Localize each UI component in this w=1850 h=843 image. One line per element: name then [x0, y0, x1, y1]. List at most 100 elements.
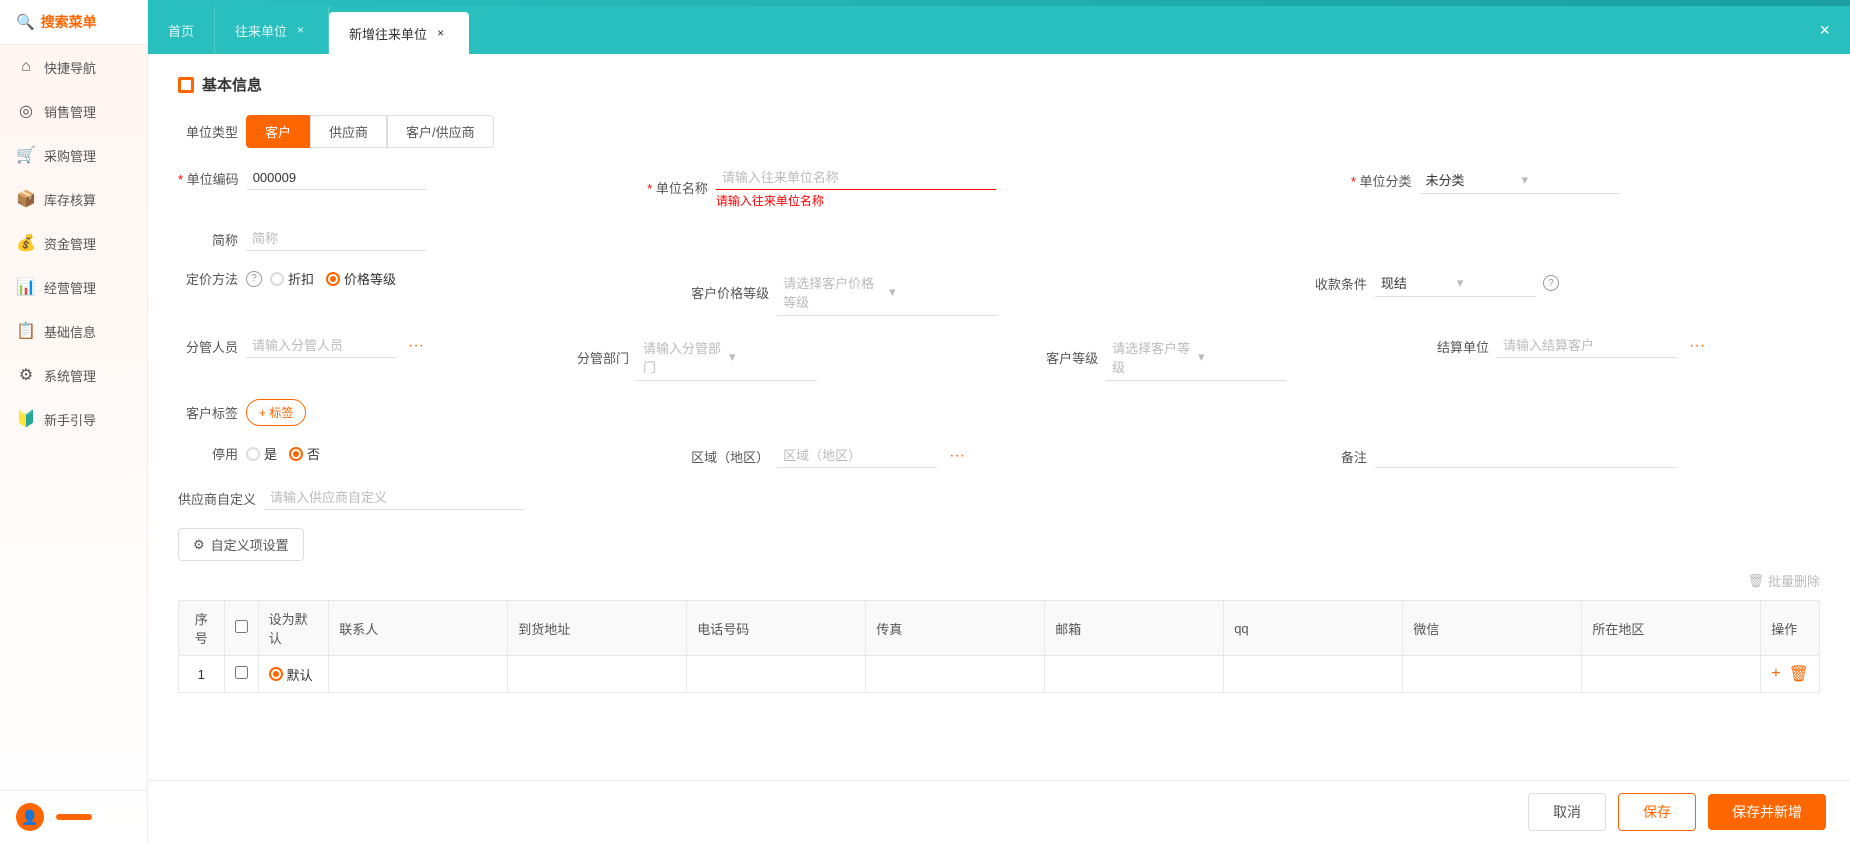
- batch-delete-icon: 🗑: [1747, 573, 1764, 589]
- payment-terms-select[interactable]: 现结 ▾: [1375, 269, 1535, 297]
- sidebar-label-finance: 资金管理: [44, 234, 96, 253]
- department-label: 分管部门: [569, 348, 629, 367]
- code-name-category-row: 单位编码 单位名称 请输入往来单位名称 单位分类 未分类 ▾: [178, 166, 1820, 209]
- pricing-level-radio[interactable]: 价格等级: [326, 269, 396, 288]
- wechat-input[interactable]: [1413, 667, 1571, 682]
- search-icon: 🔍: [16, 13, 35, 31]
- th-phone: 电话号码: [687, 601, 866, 656]
- pricing-method-help[interactable]: ?: [246, 271, 262, 287]
- td-region: [1582, 656, 1761, 693]
- unit-type-supplier-btn[interactable]: 供应商: [310, 115, 387, 148]
- tab-contacts[interactable]: 往来单位 ×: [215, 6, 329, 54]
- short-name-input[interactable]: [246, 227, 426, 251]
- th-email: 邮箱: [1045, 601, 1224, 656]
- sidebar-item-basic-info[interactable]: 📋 基础信息: [0, 309, 147, 353]
- batch-delete-label[interactable]: 批量删除: [1768, 571, 1820, 590]
- unit-code-label: 单位编码: [178, 169, 239, 188]
- tab-new-contact[interactable]: 新增往来单位 ×: [329, 12, 469, 54]
- disable-yes-radio[interactable]: 是: [246, 444, 277, 463]
- td-wechat: [1403, 656, 1582, 693]
- payment-terms-field: 收款条件 现结 ▾ ?: [1307, 269, 1820, 297]
- add-tag-button[interactable]: + 标签: [246, 399, 306, 426]
- remarks-input[interactable]: [1375, 444, 1675, 468]
- sidebar-label-system: 系统管理: [44, 366, 96, 385]
- region-input[interactable]: [777, 444, 937, 468]
- tab-new-contact-close[interactable]: ×: [433, 24, 448, 42]
- custom-settings-icon: ⚙: [193, 537, 205, 553]
- sidebar-item-system[interactable]: ⚙ 系统管理: [0, 353, 147, 397]
- settlement-unit-dots[interactable]: ···: [1685, 337, 1709, 355]
- unit-type-both-btn[interactable]: 客户/供应商: [387, 115, 494, 148]
- sidebar-label-operations: 经营管理: [44, 278, 96, 297]
- delete-row-icon[interactable]: 🗑: [1789, 664, 1809, 684]
- row-region-input[interactable]: [1592, 667, 1750, 682]
- payment-terms-arrow: ▾: [1457, 275, 1529, 291]
- tab-home[interactable]: 首页: [148, 6, 215, 54]
- pricing-level-circle: [326, 272, 340, 286]
- add-row-icon[interactable]: +: [1771, 665, 1780, 683]
- manager-input[interactable]: [246, 334, 396, 358]
- sidebar-item-inventory[interactable]: 📦 库存核算: [0, 177, 147, 221]
- td-seq: 1: [179, 656, 225, 693]
- unit-name-input[interactable]: [716, 166, 996, 190]
- pricing-discount-radio[interactable]: 折扣: [270, 269, 314, 288]
- tabbar-close-button[interactable]: ×: [1811, 16, 1838, 45]
- supplier-custom-input[interactable]: [264, 486, 524, 510]
- unit-code-input[interactable]: [247, 166, 427, 190]
- select-all-checkbox[interactable]: [235, 620, 248, 633]
- custom-settings-button[interactable]: ⚙ 自定义项设置: [178, 528, 304, 561]
- save-new-button[interactable]: 保存并新增: [1708, 794, 1826, 830]
- disable-no-radio[interactable]: 否: [289, 444, 320, 463]
- tab-contacts-close[interactable]: ×: [293, 21, 308, 39]
- qq-input[interactable]: [1234, 667, 1392, 682]
- sidebar-item-sales[interactable]: ◎ 销售管理: [0, 89, 147, 133]
- sidebar-search-label: 搜索菜单: [41, 12, 97, 32]
- section-icon: [178, 77, 194, 93]
- email-input[interactable]: [1055, 667, 1213, 682]
- unit-type-customer-btn[interactable]: 客户: [246, 115, 310, 148]
- sidebar-item-guide[interactable]: 🔰 新手引导: [0, 397, 147, 441]
- customer-level-select[interactable]: 请选择客户等级 ▾: [1106, 334, 1286, 381]
- remarks-label: 备注: [1307, 447, 1367, 466]
- default-radio[interactable]: 默认: [269, 665, 319, 684]
- tab-new-contact-label: 新增往来单位: [349, 24, 427, 43]
- region-dots[interactable]: ···: [945, 447, 969, 465]
- guide-icon: 🔰: [16, 409, 36, 429]
- department-select[interactable]: 请输入分管部门 ▾: [637, 334, 817, 381]
- row-checkbox[interactable]: [235, 666, 248, 679]
- sidebar-label-inventory: 库存核算: [44, 190, 96, 209]
- customer-tag-label: 客户标签: [178, 403, 238, 422]
- settlement-unit-field: 结算单位 ···: [1429, 334, 1820, 358]
- address-input[interactable]: [518, 667, 676, 682]
- td-checkbox: [224, 656, 258, 693]
- disable-no-circle: [289, 447, 303, 461]
- sidebar-item-purchase[interactable]: 🛒 采购管理: [0, 133, 147, 177]
- sidebar-label-quick-nav: 快捷导航: [44, 58, 96, 77]
- disable-field: 停用 是 否: [178, 444, 691, 463]
- inventory-icon: 📦: [16, 189, 36, 209]
- settlement-unit-input[interactable]: [1497, 334, 1677, 358]
- unit-type-row: 单位类型 客户 供应商 客户/供应商: [178, 115, 1820, 148]
- payment-terms-help[interactable]: ?: [1543, 275, 1559, 291]
- sidebar-item-quick-nav[interactable]: ⌂ 快捷导航: [0, 45, 147, 89]
- sidebar-search[interactable]: 🔍 搜索菜单: [0, 0, 147, 45]
- unit-category-field: 单位分类 未分类 ▾: [1351, 166, 1820, 194]
- fax-input[interactable]: [876, 667, 1034, 682]
- th-contact: 联系人: [329, 601, 508, 656]
- save-button[interactable]: 保存: [1618, 793, 1696, 831]
- custom-settings-label: 自定义项设置: [211, 535, 289, 554]
- td-fax: [866, 656, 1045, 693]
- unit-category-select[interactable]: 未分类 ▾: [1420, 166, 1620, 194]
- sidebar-item-operations[interactable]: 📊 经营管理: [0, 265, 147, 309]
- department-placeholder: 请输入分管部门: [643, 338, 725, 376]
- section-title: 基本信息: [202, 74, 262, 95]
- customer-price-level-select[interactable]: 请选择客户价格等级 ▾: [777, 269, 997, 316]
- manager-dots[interactable]: ···: [404, 337, 428, 355]
- sidebar-item-finance[interactable]: 💰 资金管理: [0, 221, 147, 265]
- unit-name-label: 单位名称: [647, 178, 708, 197]
- department-arrow: ▾: [729, 349, 811, 365]
- contact-input[interactable]: [339, 667, 497, 682]
- cancel-button[interactable]: 取消: [1528, 793, 1606, 831]
- unit-name-error: 请输入往来单位名称: [716, 192, 1351, 209]
- phone-input[interactable]: [697, 667, 855, 682]
